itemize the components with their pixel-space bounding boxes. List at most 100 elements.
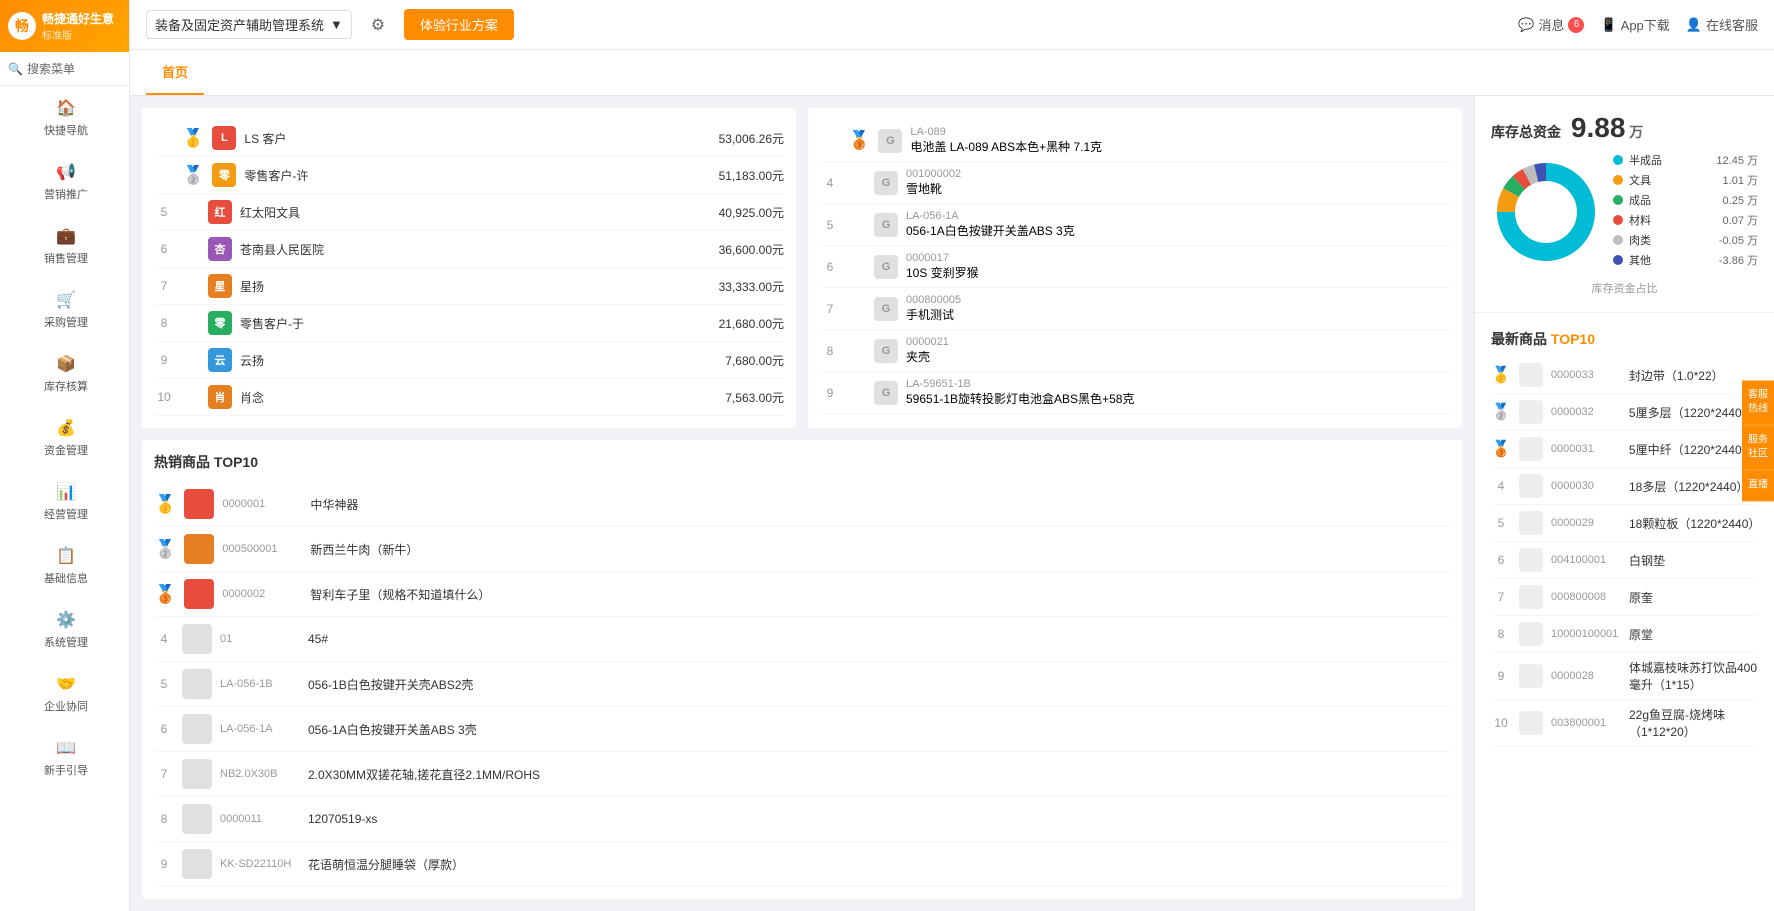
hot-product-name: 新西兰牛肉（新牛） <box>310 541 1450 558</box>
legend-item: 肉类 -0.05 万 <box>1613 232 1758 248</box>
home-icon: 🏠 <box>56 98 76 118</box>
finance-icon: 💰 <box>56 418 76 438</box>
new-product-row: 🥇 0000033 封边带（1.0*22） <box>1491 357 1758 394</box>
service-icon: 👤 <box>1686 17 1702 33</box>
new-product-code: 0000030 <box>1551 480 1621 492</box>
hot-product-img <box>182 624 212 654</box>
customer-rank-row: 🥈 零 零售客户-许 51,183.00元 <box>154 157 784 194</box>
hot-products-title: 热销商品 TOP10 <box>154 452 1450 472</box>
collab-icon: 🤝 <box>56 674 76 694</box>
search-icon: 🔍 <box>8 62 23 76</box>
customer-service-btn[interactable]: 客服热线 <box>1742 381 1774 426</box>
sidebar-item-guide[interactable]: 📖 新手引导 <box>0 726 129 790</box>
cust-medal-2: 🥈 <box>182 165 204 186</box>
hot-product-row: 🥇 0000001 中华神器 <box>154 482 1450 527</box>
message-btn[interactable]: 💬 消息 6 <box>1518 15 1584 34</box>
sidebar-item-operations[interactable]: 📊 经营管理 <box>0 470 129 534</box>
sidebar-item-base[interactable]: 📋 基础信息 <box>0 534 129 598</box>
sidebar-item-system[interactable]: ⚙️ 系统管理 <box>0 598 129 662</box>
logo-icon: 畅 <box>8 12 36 40</box>
logo-text: 畅捷通好生意 标准版 <box>42 10 114 42</box>
trial-button[interactable]: 体验行业方案 <box>404 9 514 40</box>
hot-medal-1: 🥇 <box>154 494 176 515</box>
service-community-btn[interactable]: 服务社区 <box>1742 426 1774 471</box>
live-stream-btn[interactable]: 直播 <box>1742 471 1774 502</box>
hot-product-code: NB2.0X30B <box>220 768 300 780</box>
hot-products-list: 🥇 0000001 中华神器 🥈 000500001 新西兰牛肉（新牛） 🥉 0… <box>154 482 1450 887</box>
inventory-legend: 半成品 12.45 万 文具 1.01 万 成品 0.25 万 <box>1613 152 1758 272</box>
product-rank-row: 5 G LA-056-1A 056-1A白色按键开关盖ABS 3克 <box>820 204 1450 246</box>
new-medal-2: 🥈 <box>1491 402 1511 422</box>
customer-rank-row: 9 云 云扬 7,680.00元 <box>154 342 784 379</box>
sidebar-item-collab[interactable]: 🤝 企业协同 <box>0 662 129 726</box>
hot-product-row: 9 KK-SD22110H 花语萌恒温分腿睡袋（厚款） <box>154 842 1450 887</box>
system-selector[interactable]: 装备及固定资产辅助管理系统 ▼ <box>146 10 352 39</box>
customer-ranking-card: 🥇 L LS 客户 53,006.26元 🥈 零 零售客户-许 51,183.0… <box>142 108 796 428</box>
app-download-btn[interactable]: 📱 App下载 <box>1600 15 1669 34</box>
hot-product-name: 056-1B白色按键开关壳ABS2壳 <box>308 676 1450 693</box>
new-product-row: 🥈 0000032 5厘多层（1220*2440） <box>1491 394 1758 431</box>
hot-product-code: KK-SD22110H <box>220 858 300 870</box>
settings-icon[interactable]: ⚙ <box>364 11 392 39</box>
hot-product-code: LA-056-1A <box>220 723 300 735</box>
sidebar-item-inventory[interactable]: 📦 库存核算 <box>0 342 129 406</box>
new-product-name: 5厘多层（1220*2440） <box>1629 404 1758 421</box>
new-product-row: 7 000800008 原奎 <box>1491 579 1758 616</box>
main-area: 装备及固定资产辅助管理系统 ▼ ⚙ 体验行业方案 💬 消息 6 📱 App下载 … <box>130 0 1774 911</box>
product-rank-row: 9 G LA-59651-1B 59651-1B旋转投影灯电池盒ABS黑色+58… <box>820 372 1450 414</box>
cust-medal-1: 🥇 <box>182 128 204 149</box>
new-product-code: 10000100001 <box>1551 628 1621 640</box>
new-product-code: 0000031 <box>1551 443 1621 455</box>
customer-rank-row: 6 杏 苍南县人民医院 36,600.00元 <box>154 231 784 268</box>
hot-product-img <box>182 849 212 879</box>
search-menu[interactable]: 🔍 搜索菜单 <box>0 52 129 86</box>
top-rankings: 🥇 L LS 客户 53,006.26元 🥈 零 零售客户-许 51,183.0… <box>142 108 1462 428</box>
online-service-btn[interactable]: 👤 在线客服 <box>1686 15 1758 34</box>
new-product-name: 18颗粒板（1220*2440） <box>1629 515 1758 532</box>
purchase-icon: 🛒 <box>56 290 76 310</box>
app-icon: 📱 <box>1600 17 1616 33</box>
guide-icon: 📖 <box>56 738 76 758</box>
donut-chart-area: 半成品 12.45 万 文具 1.01 万 成品 0.25 万 <box>1491 152 1758 272</box>
new-product-code: 004100001 <box>1551 554 1621 566</box>
new-product-name: 原堂 <box>1629 626 1758 643</box>
marketing-icon: 📢 <box>56 162 76 182</box>
sidebar-item-sales[interactable]: 💼 销售管理 <box>0 214 129 278</box>
sidebar-item-finance[interactable]: 💰 资金管理 <box>0 406 129 470</box>
inventory-title: 库存总资金 9.88 万 <box>1491 112 1758 144</box>
sidebar-item-home[interactable]: 🏠 快捷导航 <box>0 86 129 150</box>
new-product-code: 003800001 <box>1551 717 1621 729</box>
sidebar-item-marketing[interactable]: 📢 营销推广 <box>0 150 129 214</box>
new-product-row: 4 0000030 18多层（1220*2440） <box>1491 468 1758 505</box>
hot-products-card: 热销商品 TOP10 🥇 0000001 中华神器 🥈 000500001 新西… <box>142 440 1462 899</box>
topbar-right: 💬 消息 6 📱 App下载 👤 在线客服 <box>1518 15 1758 34</box>
sidebar: 畅 畅捷通好生意 标准版 🔍 搜索菜单 🏠 快捷导航 📢 营销推广 💼 销售管理… <box>0 0 130 911</box>
new-product-img <box>1519 437 1543 461</box>
operations-icon: 📊 <box>56 482 76 502</box>
hot-product-code: 0000002 <box>222 588 302 600</box>
hot-product-img <box>182 804 212 834</box>
tab-home[interactable]: 首页 <box>146 50 204 95</box>
product-rank-row: 🥉 G LA-089 电池盖 LA-089 ABS本色+黑种 7.1克 <box>820 120 1450 162</box>
new-products-title: 最新商品 TOP10 <box>1491 329 1758 349</box>
donut-chart <box>1491 157 1601 267</box>
new-product-img <box>1519 664 1543 688</box>
sidebar-item-purchase[interactable]: 🛒 采购管理 <box>0 278 129 342</box>
hot-product-name: 45# <box>308 632 1450 646</box>
hot-product-row: 🥉 0000002 智利车子里（规格不知道填什么） <box>154 572 1450 617</box>
product-rank-row: 4 G 001000002 雪地靴 <box>820 162 1450 204</box>
hot-product-img <box>182 759 212 789</box>
new-product-row: 5 0000029 18颗粒板（1220*2440） <box>1491 505 1758 542</box>
new-medal-3: 🥉 <box>1491 439 1511 459</box>
product-rank-row: 6 G 0000017 10S 变刹罗猴 <box>820 246 1450 288</box>
logo-area: 畅 畅捷通好生意 标准版 <box>0 0 129 52</box>
hot-product-img <box>184 489 214 519</box>
new-medal-1: 🥇 <box>1491 365 1511 385</box>
product-ranking-card: 🥉 G LA-089 电池盖 LA-089 ABS本色+黑种 7.1克 4 G … <box>808 108 1462 428</box>
topbar: 装备及固定资产辅助管理系统 ▼ ⚙ 体验行业方案 💬 消息 6 📱 App下载 … <box>130 0 1774 50</box>
hot-product-name: 中华神器 <box>310 496 1450 513</box>
new-products-section: 最新商品 TOP10 🥇 0000033 封边带（1.0*22） 🥈 00000… <box>1475 313 1774 763</box>
dashboard: 🥇 L LS 客户 53,006.26元 🥈 零 零售客户-许 51,183.0… <box>130 96 1774 911</box>
legend-item: 材料 0.07 万 <box>1613 212 1758 228</box>
float-buttons: 客服热线 服务社区 直播 <box>1742 381 1774 502</box>
